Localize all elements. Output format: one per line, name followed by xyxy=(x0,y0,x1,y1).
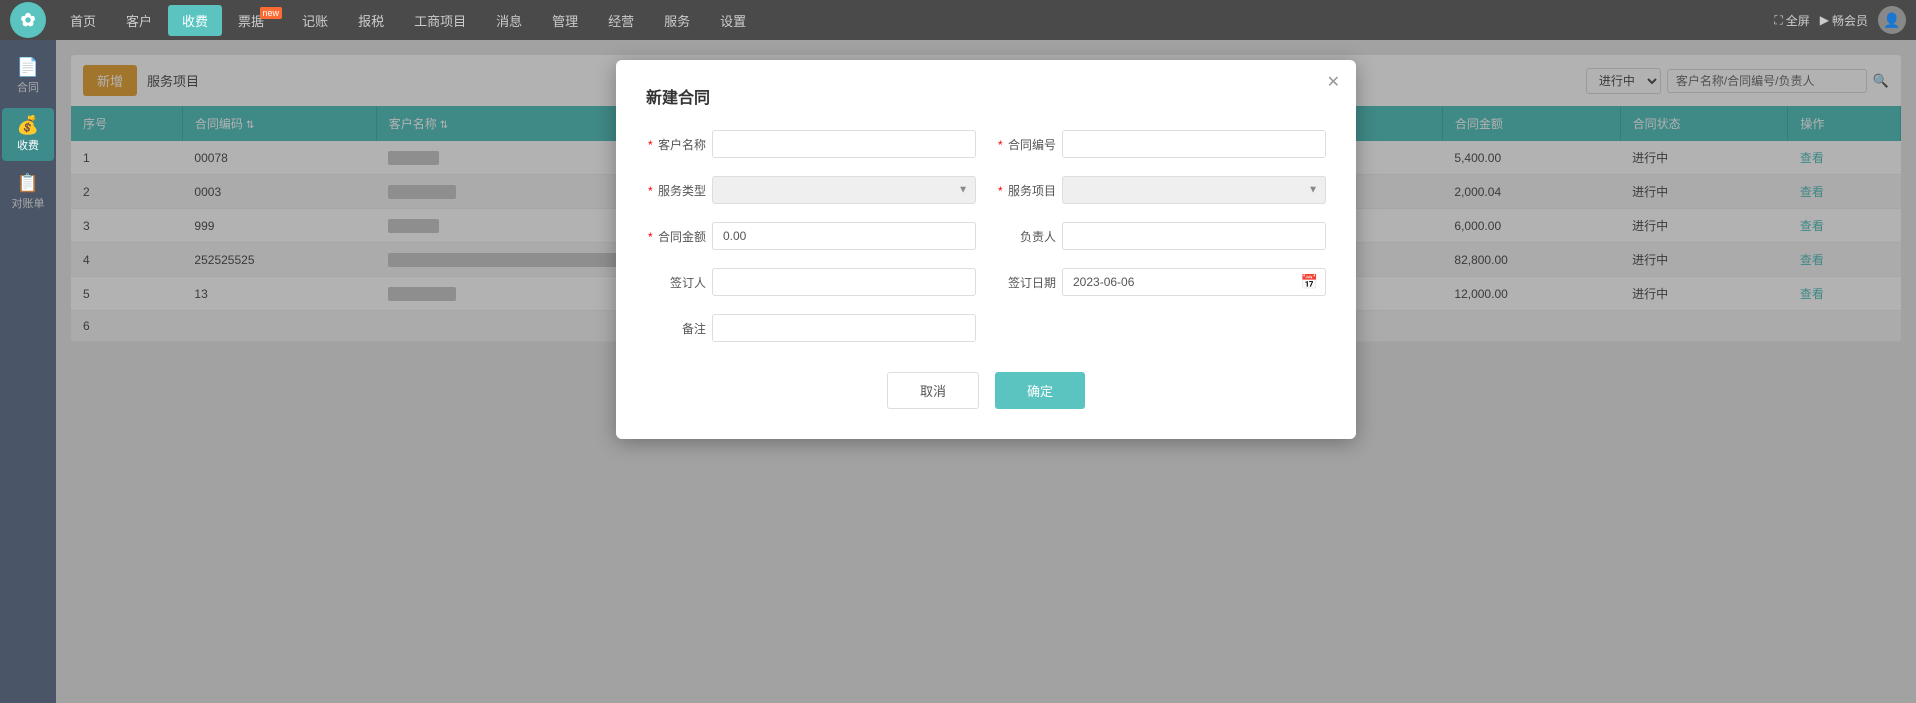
service-item-wrap xyxy=(1062,176,1326,204)
nav-settings[interactable]: 设置 xyxy=(706,5,760,36)
form-row-3: * 合同金额 负责人 xyxy=(646,222,1326,250)
label-signer: 签订人 xyxy=(646,274,706,291)
form-row-5: 备注 xyxy=(646,314,1326,342)
new-contract-modal: ✕ 新建合同 * 客户名称 * 合同编号 xyxy=(616,60,1356,439)
select-service-type[interactable] xyxy=(712,176,976,204)
modal-overlay: ✕ 新建合同 * 客户名称 * 合同编号 xyxy=(56,40,1916,703)
sidebar-label-fee: 收费 xyxy=(17,137,39,153)
new-badge: new xyxy=(260,7,283,19)
nav-tax[interactable]: 报税 xyxy=(344,5,398,36)
required-star-4: * xyxy=(998,184,1003,198)
field-responsible: 负责人 xyxy=(996,222,1326,250)
confirm-button[interactable]: 确定 xyxy=(995,372,1085,409)
top-nav-right: ⛶ 全屏 ▶ 畅会员 👤 xyxy=(1774,6,1906,34)
sidebar-item-fee[interactable]: 💰 收费 xyxy=(2,108,54,161)
field-customer-name: * 客户名称 xyxy=(646,130,976,158)
sidebar: 📄 合同 💰 收费 📋 对账单 xyxy=(0,40,56,703)
nav-service[interactable]: 服务 xyxy=(650,5,704,36)
label-service-item: * 服务项目 xyxy=(996,182,1056,199)
nav-fee[interactable]: 收费 xyxy=(168,5,222,36)
input-contract-no[interactable] xyxy=(1062,130,1326,158)
form-row-1: * 客户名称 * 合同编号 xyxy=(646,130,1326,158)
label-remark: 备注 xyxy=(646,320,706,337)
statement-icon: 📋 xyxy=(17,174,39,192)
modal-title: 新建合同 xyxy=(646,84,1326,108)
fee-icon: 💰 xyxy=(17,116,39,134)
label-service-type: * 服务类型 xyxy=(646,182,706,199)
fullscreen-label: 全屏 xyxy=(1786,12,1810,29)
logo-icon: ✿ xyxy=(10,2,46,38)
required-star-2: * xyxy=(998,138,1003,152)
nav-bookkeeping[interactable]: 记账 xyxy=(288,5,342,36)
top-navigation: ✿ 首页 客户 收费 票据 new 记账 报税 工商项目 消息 管理 经营 服务… xyxy=(0,0,1916,40)
label-responsible: 负责人 xyxy=(996,228,1056,245)
nav-message[interactable]: 消息 xyxy=(482,5,536,36)
input-sign-date[interactable] xyxy=(1062,268,1326,296)
modal-footer: 取消 确定 xyxy=(646,372,1326,409)
sidebar-item-contract[interactable]: 📄 合同 xyxy=(2,50,54,103)
field-remark: 备注 xyxy=(646,314,976,342)
label-customer-name: * 客户名称 xyxy=(646,136,706,153)
sidebar-label-statement: 对账单 xyxy=(12,195,45,211)
avatar[interactable]: 👤 xyxy=(1878,6,1906,34)
nav-customer[interactable]: 客户 xyxy=(112,5,166,36)
required-star-3: * xyxy=(648,184,653,198)
field-service-type: * 服务类型 xyxy=(646,176,976,204)
member-label: 畅会员 xyxy=(1832,12,1868,29)
cancel-button[interactable]: 取消 xyxy=(887,372,979,409)
fullscreen-button[interactable]: ⛶ 全屏 xyxy=(1774,12,1809,29)
contract-icon: 📄 xyxy=(17,58,39,76)
form-row-2: * 服务类型 * 服务项目 xyxy=(646,176,1326,204)
nav-manage[interactable]: 管理 xyxy=(538,5,592,36)
main-layout: 📄 合同 💰 收费 📋 对账单 新增 服务项目 进行中 xyxy=(0,40,1916,703)
input-customer-name[interactable] xyxy=(712,130,976,158)
nav-operation[interactable]: 经营 xyxy=(594,5,648,36)
content-area: 新增 服务项目 进行中 🔍 序号 合同编码⇅ 客户名称⇅ xyxy=(56,40,1916,703)
modal-close-button[interactable]: ✕ xyxy=(1327,72,1340,92)
sidebar-item-statement[interactable]: 📋 对账单 xyxy=(2,166,54,219)
date-wrap: 📅 xyxy=(1062,268,1326,296)
form-row-4: 签订人 签订日期 📅 xyxy=(646,268,1326,296)
nav-ticket[interactable]: 票据 new xyxy=(224,5,286,36)
nav-home[interactable]: 首页 xyxy=(56,5,110,36)
field-sign-date: 签订日期 📅 xyxy=(996,268,1326,296)
calendar-icon[interactable]: 📅 xyxy=(1301,274,1318,291)
required-star-5: * xyxy=(648,230,653,244)
input-amount[interactable] xyxy=(712,222,976,250)
service-type-wrap xyxy=(712,176,976,204)
input-remark[interactable] xyxy=(712,314,976,342)
field-service-item: * 服务项目 xyxy=(996,176,1326,204)
required-star: * xyxy=(648,138,653,152)
fullscreen-icon: ⛶ xyxy=(1774,13,1782,28)
field-amount: * 合同金额 xyxy=(646,222,976,250)
label-sign-date: 签订日期 xyxy=(996,274,1056,291)
field-signer: 签订人 xyxy=(646,268,976,296)
select-service-item[interactable] xyxy=(1062,176,1326,204)
nav-items: 首页 客户 收费 票据 new 记账 报税 工商项目 消息 管理 经营 服务 设… xyxy=(56,5,1774,36)
play-icon: ▶ xyxy=(1820,13,1829,27)
input-signer[interactable] xyxy=(712,268,976,296)
sidebar-label-contract: 合同 xyxy=(17,79,39,95)
label-amount: * 合同金额 xyxy=(646,228,706,245)
nav-industry[interactable]: 工商项目 xyxy=(400,5,480,36)
member-button[interactable]: ▶ 畅会员 xyxy=(1820,12,1868,29)
input-responsible[interactable] xyxy=(1062,222,1326,250)
field-contract-no: * 合同编号 xyxy=(996,130,1326,158)
label-contract-no: * 合同编号 xyxy=(996,136,1056,153)
